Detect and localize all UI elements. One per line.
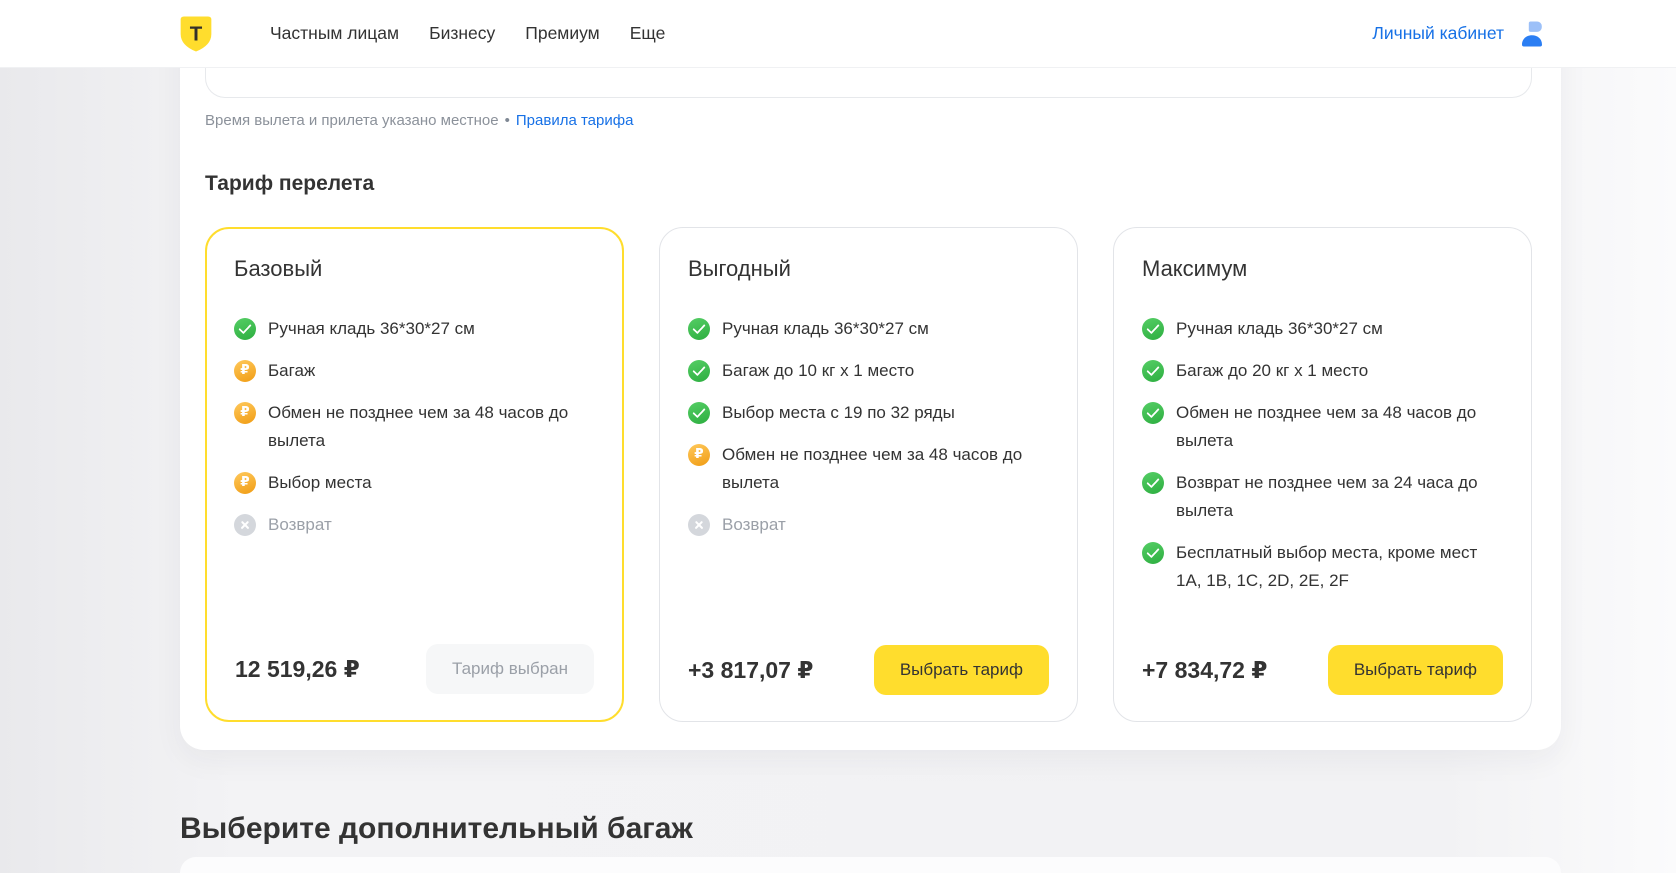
price-row: +7 834,72 ₽ Выбрать тариф — [1142, 645, 1503, 695]
tariff-selected-button[interactable]: Тариф выбран — [425, 644, 594, 694]
top-navigation-bar: T Частным лицам Бизнесу Премиум Еще Личн… — [0, 0, 1676, 68]
checkmark-icon — [688, 402, 710, 424]
tariff-card-maximum[interactable]: Максимум Ручная кладь 36*30*27 см Багаж … — [1113, 227, 1532, 722]
tariff-card-profitable[interactable]: Выгодный Ручная кладь 36*30*27 см Багаж … — [659, 227, 1078, 722]
feature-text: Обмен не позднее чем за 48 часов до выле… — [722, 445, 1023, 492]
feature-text: Возврат не позднее чем за 24 часа до выл… — [1176, 473, 1478, 520]
flight-booking-panel: Время вылета и прилета указано местное • П… — [180, 0, 1561, 750]
account-area: Личный кабинет — [1372, 20, 1545, 47]
feature-text: Багаж до 20 кг x 1 место — [1176, 361, 1369, 380]
personal-account-link[interactable]: Личный кабинет — [1372, 23, 1504, 44]
baggage-section-title: Выберите дополнительный багаж — [180, 812, 693, 845]
feature-item: Возврат — [234, 511, 595, 539]
feature-item: Багаж — [234, 357, 595, 385]
feature-item: Ручная кладь 36*30*27 см — [1142, 315, 1503, 343]
timezone-notice-text: Время вылета и прилета указано местное — [205, 112, 499, 129]
tariff-price: +7 834,72 ₽ — [1142, 656, 1268, 683]
feature-text: Бесплатный выбор места, кроме мест 1A, 1… — [1176, 543, 1478, 590]
feature-item: Обмен не позднее чем за 48 часов до выле… — [688, 441, 1049, 497]
feature-item: Возврат — [688, 511, 1049, 539]
nav-item-business[interactable]: Бизнесу — [429, 23, 495, 44]
notice-separator: • — [504, 112, 510, 129]
nav-item-private[interactable]: Частным лицам — [270, 23, 399, 44]
feature-list: Ручная кладь 36*30*27 см Багаж Обмен не … — [234, 315, 595, 539]
tariff-price: +3 817,07 ₽ — [688, 656, 814, 683]
checkmark-icon — [1142, 360, 1164, 382]
feature-text: Багаж — [268, 361, 316, 380]
feature-text: Выбор места с 19 по 32 ряды — [722, 403, 955, 422]
main-menu: Частным лицам Бизнесу Премиум Еще — [270, 23, 665, 44]
timezone-notice: Время вылета и прилета указано местное • П… — [205, 112, 633, 129]
tariff-card-basic[interactable]: Базовый Ручная кладь 36*30*27 см Багаж О… — [205, 227, 624, 722]
price-row: +3 817,07 ₽ Выбрать тариф — [688, 645, 1049, 695]
feature-item: Багаж до 10 кг x 1 место — [688, 357, 1049, 385]
checkmark-icon — [688, 318, 710, 340]
svg-text:T: T — [190, 22, 203, 45]
tariff-name: Выгодный — [688, 256, 791, 281]
checkmark-icon — [1142, 402, 1164, 424]
feature-text: Обмен не позднее чем за 48 часов до выле… — [1176, 403, 1477, 450]
feature-item: Ручная кладь 36*30*27 см — [234, 315, 595, 343]
checkmark-icon — [1142, 472, 1164, 494]
cross-icon — [234, 514, 256, 536]
feature-item: Ручная кладь 36*30*27 см — [688, 315, 1049, 343]
checkmark-icon — [1142, 542, 1164, 564]
tbank-logo-icon[interactable]: T — [178, 15, 214, 53]
person-icon[interactable] — [1519, 20, 1545, 47]
checkmark-icon — [234, 318, 256, 340]
nav-item-premium[interactable]: Премиум — [525, 23, 599, 44]
flight-info-card-bottom — [205, 68, 1532, 98]
feature-item: Багаж до 20 кг x 1 место — [1142, 357, 1503, 385]
feature-text: Ручная кладь 36*30*27 см — [722, 319, 929, 338]
feature-text: Ручная кладь 36*30*27 см — [268, 319, 475, 338]
baggage-panel-top — [180, 857, 1561, 873]
feature-text: Ручная кладь 36*30*27 см — [1176, 319, 1383, 338]
feature-item: Обмен не позднее чем за 48 часов до выле… — [234, 399, 595, 455]
feature-list: Ручная кладь 36*30*27 см Багаж до 10 кг … — [688, 315, 1049, 539]
feature-text: Багаж до 10 кг x 1 место — [722, 361, 915, 380]
feature-item: Обмен не позднее чем за 48 часов до выле… — [1142, 399, 1503, 455]
tariff-price: 12 519,26 ₽ — [235, 655, 360, 682]
feature-list: Ручная кладь 36*30*27 см Багаж до 20 кг … — [1142, 315, 1503, 595]
select-tariff-button[interactable]: Выбрать тариф — [873, 645, 1049, 695]
ruble-icon — [234, 360, 256, 382]
tariff-name: Максимум — [1142, 256, 1248, 281]
feature-text: Обмен не позднее чем за 48 часов до выле… — [268, 403, 569, 450]
tariff-name: Базовый — [234, 256, 323, 281]
ruble-icon — [234, 402, 256, 424]
ruble-icon — [688, 444, 710, 466]
feature-item: Возврат не позднее чем за 24 часа до выл… — [1142, 469, 1503, 525]
fare-rules-link[interactable]: Правила тарифа — [516, 112, 634, 129]
checkmark-icon — [688, 360, 710, 382]
checkmark-icon — [1142, 318, 1164, 340]
feature-item: Выбор места с 19 по 32 ряды — [688, 399, 1049, 427]
feature-text: Выбор места — [268, 473, 372, 492]
cross-icon — [688, 514, 710, 536]
price-row: 12 519,26 ₽ Тариф выбран — [235, 644, 594, 694]
feature-item: Бесплатный выбор места, кроме мест 1A, 1… — [1142, 539, 1503, 595]
tariff-cards-row: Базовый Ручная кладь 36*30*27 см Багаж О… — [205, 227, 1532, 722]
feature-item: Выбор места — [234, 469, 595, 497]
feature-text: Возврат — [268, 515, 332, 534]
select-tariff-button[interactable]: Выбрать тариф — [1327, 645, 1503, 695]
section-title: Тариф перелета — [205, 172, 375, 195]
feature-text: Возврат — [722, 515, 786, 534]
ruble-icon — [234, 472, 256, 494]
nav-item-more[interactable]: Еще — [630, 23, 666, 44]
